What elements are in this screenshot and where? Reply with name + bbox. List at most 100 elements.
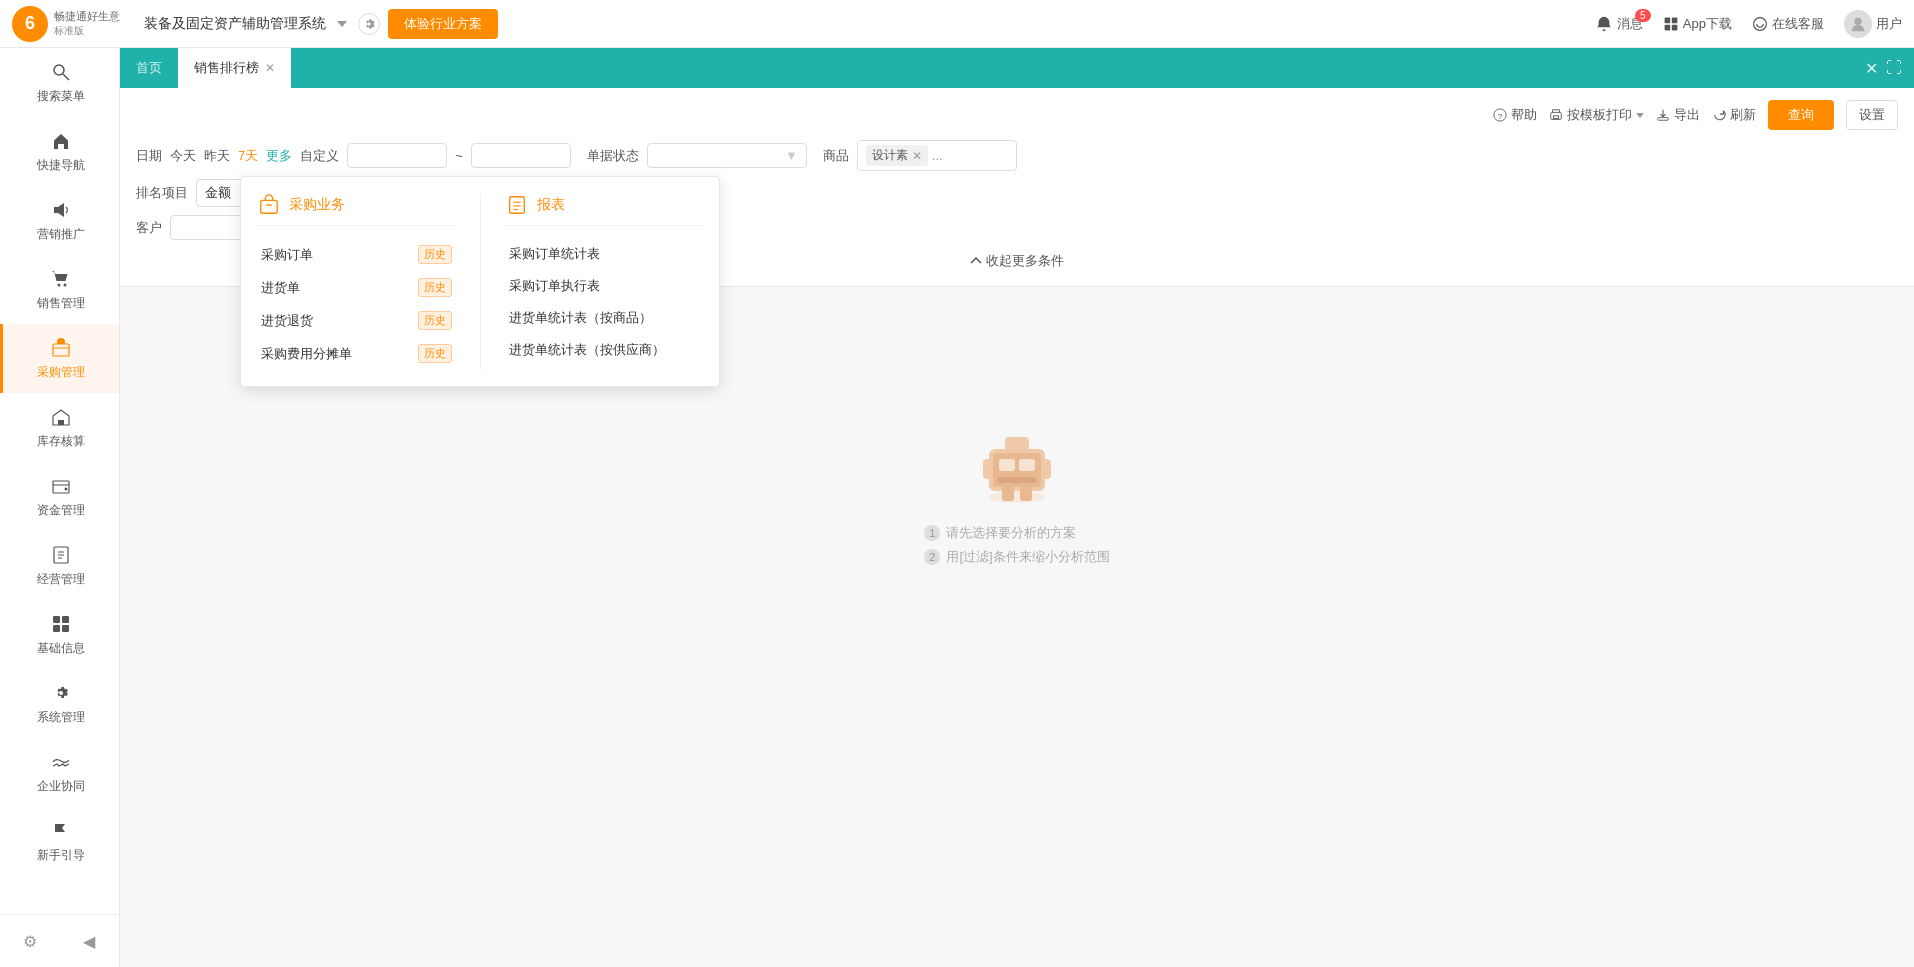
step-num-1: 1 [924, 525, 940, 541]
print-btn[interactable]: 按模板打印 [1549, 106, 1644, 124]
print-label: 按模板打印 [1567, 106, 1632, 124]
system-title-text: 装备及固定资产辅助管理系统 [144, 15, 326, 33]
empty-icon-area [967, 409, 1067, 512]
menu-item-incoming[interactable]: 进货单 历史 [257, 271, 456, 304]
goods-tag-close[interactable]: ✕ [912, 149, 922, 163]
notification-btn[interactable]: 消息 5 [1595, 15, 1643, 33]
close-window-btn[interactable]: ✕ [1865, 59, 1878, 78]
svg-line-7 [63, 74, 69, 80]
menu-item-expense[interactable]: 采购费用分摊单 历史 [257, 337, 456, 370]
sidebar-collapse-btn[interactable]: ◀ [75, 927, 103, 955]
user-avatar [1844, 10, 1872, 38]
user-area[interactable]: 用户 [1844, 10, 1902, 38]
industry-btn[interactable]: 体验行业方案 [388, 9, 498, 39]
tab-close-btn[interactable]: ✕ [265, 61, 275, 75]
svg-rect-30 [999, 459, 1015, 471]
sidebar-item-business[interactable]: 经营管理 [0, 531, 119, 600]
empty-text: 1 请先选择要分析的方案 2 用[过滤]条件来缩小分析范围 [924, 524, 1109, 566]
tab-window-controls: ✕ ⛶ [1853, 59, 1914, 78]
logo-icon: 6 [12, 6, 48, 42]
sidebar-label-purchase: 采购管理 [37, 364, 85, 381]
sidebar-label-basic: 基础信息 [37, 640, 85, 657]
goods-tag: 设计素 ✕ [866, 145, 928, 166]
app-download-btn[interactable]: App下载 [1663, 15, 1732, 33]
sidebar-item-enterprise[interactable]: 企业协同 [0, 738, 119, 807]
collapse-label: 收起更多条件 [986, 252, 1064, 270]
menu-item-purchase-order[interactable]: 采购订单 历史 [257, 238, 456, 271]
logo-badge: 标准版 [54, 24, 120, 38]
sidebar-label-marketing: 营销推广 [37, 226, 85, 243]
doc-status-label: 单据状态 [587, 147, 639, 165]
doc-status-select[interactable]: ▼ [647, 143, 807, 168]
help-label: 帮助 [1511, 106, 1537, 124]
goods-ellipsis[interactable]: ... [932, 148, 943, 163]
sidebar-item-basic[interactable]: 基础信息 [0, 600, 119, 669]
refresh-btn[interactable]: 刷新 [1712, 106, 1756, 124]
svg-rect-19 [62, 616, 69, 623]
sidebar-item-quick-nav[interactable]: 快捷导航 [0, 117, 119, 186]
sidebar-settings-btn[interactable]: ⚙ [16, 927, 44, 955]
date-end-input[interactable] [471, 143, 571, 168]
sidebar-label-sales: 销售管理 [37, 295, 85, 312]
flag-icon [49, 819, 73, 843]
refresh-label: 刷新 [1730, 106, 1756, 124]
svg-rect-12 [53, 481, 69, 493]
header-right: 消息 5 App下载 在线客服 用户 [1595, 10, 1902, 38]
date-custom[interactable]: 自定义 [300, 147, 339, 165]
box-icon [49, 336, 73, 360]
sidebar-label-inventory: 库存核算 [37, 433, 85, 450]
sidebar-label-guide: 新手引导 [37, 847, 85, 864]
date-quick-options: 今天 昨天 7天 更多 自定义 [170, 147, 339, 165]
sidebar-item-sales[interactable]: 销售管理 [0, 255, 119, 324]
date-more[interactable]: 更多 [266, 147, 292, 165]
date-yesterday[interactable]: 昨天 [204, 147, 230, 165]
sidebar-item-search[interactable]: 搜索菜单 [0, 48, 119, 117]
svg-rect-2 [1664, 24, 1670, 30]
online-service-btn[interactable]: 在线客服 [1752, 15, 1824, 33]
title-settings-btn[interactable] [358, 13, 380, 35]
sidebar-item-purchase[interactable]: 采购管理 [0, 324, 119, 393]
logo-text-block: 畅捷通好生意 标准版 [54, 9, 120, 37]
sidebar-item-finance[interactable]: 资金管理 [0, 462, 119, 531]
date-7days[interactable]: 7天 [238, 147, 258, 165]
sidebar-item-marketing[interactable]: 营销推广 [0, 186, 119, 255]
query-btn[interactable]: 查询 [1768, 100, 1834, 130]
tab-home[interactable]: 首页 [120, 48, 178, 88]
sidebar-item-system[interactable]: 系统管理 [0, 669, 119, 738]
menu-item-return-badge: 历史 [418, 311, 452, 330]
tab-sales-rank[interactable]: 销售排行榜 ✕ [178, 48, 291, 88]
purchase-col-icon [257, 193, 281, 217]
goods-select[interactable]: 设计素 ✕ ... [857, 140, 1017, 171]
menu-item-return[interactable]: 进货退货 历史 [257, 304, 456, 337]
menu-item-po-exec[interactable]: 采购订单执行表 [505, 270, 704, 302]
svg-rect-25 [1553, 116, 1558, 119]
maximize-window-btn[interactable]: ⛶ [1886, 59, 1902, 77]
svg-rect-32 [997, 477, 1037, 483]
menu-item-po-exec-label: 采购订单执行表 [509, 277, 600, 295]
help-btn[interactable]: ? 帮助 [1493, 106, 1537, 124]
date-start-input[interactable] [347, 143, 447, 168]
sidebar-item-inventory[interactable]: 库存核算 [0, 393, 119, 462]
svg-rect-36 [1002, 487, 1014, 501]
svg-point-5 [1854, 17, 1861, 24]
date-today[interactable]: 今天 [170, 147, 196, 165]
sidebar-item-guide[interactable]: 新手引导 [0, 807, 119, 876]
export-btn[interactable]: 导出 [1656, 106, 1700, 124]
tab-sales-rank-label: 销售排行榜 [194, 59, 259, 77]
svg-rect-26 [1658, 118, 1669, 121]
title-dropdown-btn[interactable] [334, 16, 350, 32]
svg-rect-21 [62, 625, 69, 632]
page-content: ? 帮助 按模板打印 导出 刷新 [120, 88, 1914, 967]
menu-item-goods-stats[interactable]: 进货单统计表（按商品） [505, 302, 704, 334]
menu-item-po-stats[interactable]: 采购订单统计表 [505, 238, 704, 270]
tab-bar: 首页 销售排行榜 ✕ ✕ ⛶ [120, 48, 1914, 88]
sidebar-label-business: 经营管理 [37, 571, 85, 588]
collapse-btn[interactable]: 收起更多条件 [962, 248, 1072, 274]
menu-item-incoming-badge: 历史 [418, 278, 452, 297]
svg-rect-35 [1043, 459, 1051, 479]
rank-item-label: 排名项目 [136, 184, 188, 202]
filter-settings-btn[interactable]: 设置 [1846, 100, 1898, 130]
menu-item-purchase-order-badge: 历史 [418, 245, 452, 264]
menu-item-supplier-stats[interactable]: 进货单统计表（按供应商） [505, 334, 704, 366]
svg-point-27 [989, 491, 1045, 503]
